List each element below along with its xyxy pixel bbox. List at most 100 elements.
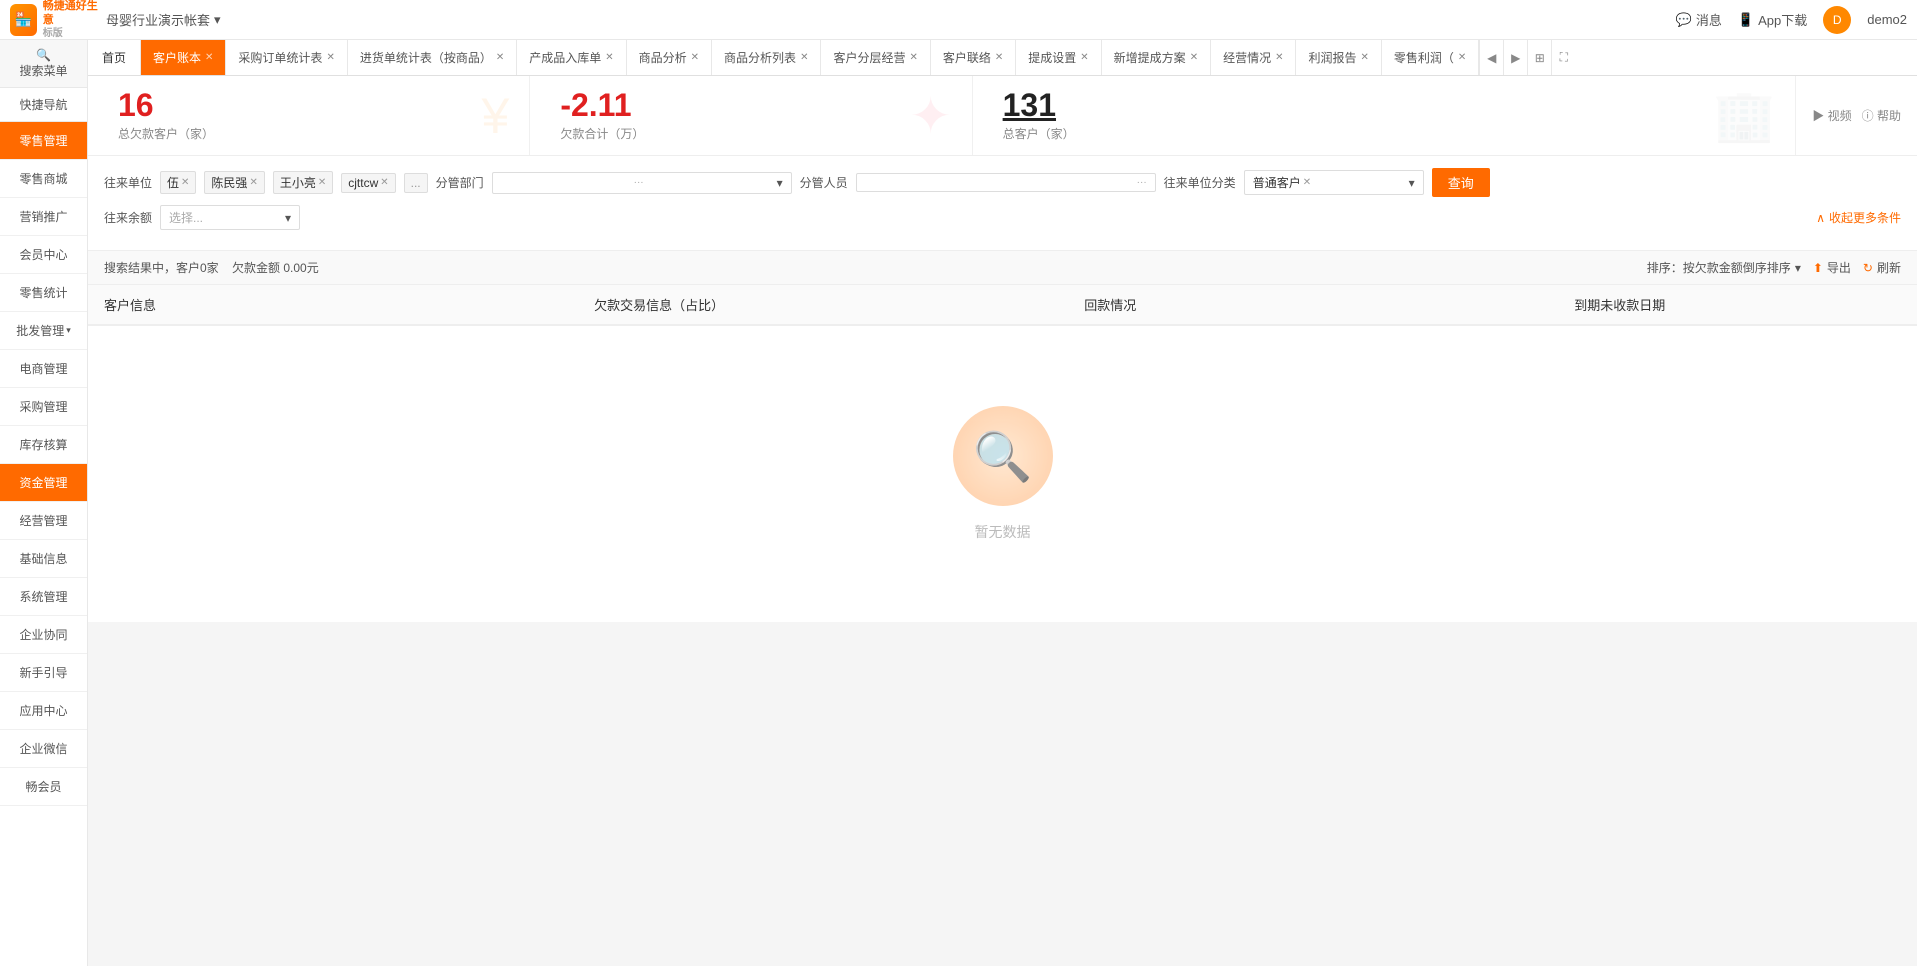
tab-new-achievement[interactable]: 新增提成方案 ✕: [1102, 40, 1211, 76]
version-selector[interactable]: 母婴行业演示帐套 ▾: [106, 10, 221, 29]
data-table: 客户信息 欠款交易信息（占比） 回款情况 到期未收款日期 🔍 暂无数据: [88, 285, 1917, 622]
tab-close-icon[interactable]: ✕: [496, 52, 504, 63]
chevron-down-icon: ▾: [777, 176, 783, 190]
col-header-debt: 欠款交易信息（占比）: [594, 295, 1084, 314]
category-select[interactable]: 普通客户 ✕ ▾: [1244, 170, 1424, 195]
filter-tag-more[interactable]: ...: [404, 173, 428, 193]
app-download-btn[interactable]: 📱 App下载: [1738, 10, 1807, 29]
dept-filter-label: 分管部门: [436, 174, 484, 191]
tag-remove-icon[interactable]: ✕: [318, 177, 326, 188]
col-header-date: 到期未收款日期: [1574, 295, 1901, 314]
tab-accounts[interactable]: 客户账本 ✕: [141, 40, 226, 76]
sidebar-quick-nav[interactable]: 快捷导航: [0, 88, 87, 122]
tab-close-icon[interactable]: ✕: [1458, 52, 1466, 63]
sidebar-item-retail-stats[interactable]: 零售统计: [0, 274, 87, 312]
chevron-up-icon: ∧: [1816, 211, 1825, 225]
filter-tag-wang[interactable]: 王小亮 ✕: [273, 171, 333, 194]
tab-business-situation[interactable]: 经营情况 ✕: [1211, 40, 1296, 76]
tab-next-arrow[interactable]: ▶: [1503, 40, 1527, 76]
dept-select[interactable]: ··· ▾: [492, 172, 792, 194]
stat-debt-amount: ✦ -2.11 欠款合计（万）: [530, 76, 972, 155]
sidebar-item-retail[interactable]: 零售管理: [0, 122, 87, 160]
col-header-customer: 客户信息: [104, 295, 594, 314]
stat-label-debt: 欠款合计（万）: [560, 125, 644, 142]
user-avatar[interactable]: D: [1823, 6, 1851, 34]
tab-product-analysis-list[interactable]: 商品分析列表 ✕: [712, 40, 821, 76]
tab-close-icon[interactable]: ✕: [995, 52, 1003, 63]
sidebar-item-wechat[interactable]: 企业微信: [0, 730, 87, 768]
tab-home[interactable]: 首页: [88, 40, 141, 76]
message-icon: 💬: [1676, 12, 1692, 28]
tab-product-analysis[interactable]: 商品分析 ✕: [627, 40, 712, 76]
sidebar-item-marketing[interactable]: 营销推广: [0, 198, 87, 236]
tag-remove-icon[interactable]: ✕: [181, 177, 189, 188]
tab-fullscreen-icon[interactable]: ⛶: [1551, 40, 1575, 76]
tab-retail-profit[interactable]: 零售利润（ ✕: [1382, 40, 1479, 76]
sidebar-item-guide[interactable]: 新手引导: [0, 654, 87, 692]
tab-prev-arrow[interactable]: ◀: [1479, 40, 1503, 76]
tab-close-icon[interactable]: ✕: [800, 52, 808, 63]
sidebar: 🔍 搜索菜单 快捷导航 零售管理 零售商城 营销推广 会员中心 零售统计 批发管…: [0, 40, 88, 966]
tab-customer-segment[interactable]: 客户分层经营 ✕: [821, 40, 930, 76]
tab-close-icon[interactable]: ✕: [326, 52, 334, 63]
person-select[interactable]: ···: [856, 173, 1156, 192]
sidebar-item-app-center[interactable]: 应用中心: [0, 692, 87, 730]
currency-bg-icon: ¥: [482, 87, 510, 145]
play-icon: ▶: [1812, 109, 1824, 123]
tab-close-icon[interactable]: ✕: [1275, 52, 1283, 63]
video-btn[interactable]: ▶ 视频: [1812, 107, 1851, 124]
sidebar-item-wholesale[interactable]: 批发管理 ▾: [0, 312, 87, 350]
filter-tag-wu[interactable]: 伍 ✕: [160, 171, 196, 194]
filter-tag-chen[interactable]: 陈民强 ✕: [204, 171, 264, 194]
tab-profit-report[interactable]: 利润报告 ✕: [1296, 40, 1381, 76]
query-button[interactable]: 查询: [1432, 168, 1490, 197]
sidebar-item-basic-info[interactable]: 基础信息: [0, 540, 87, 578]
filter-area: 往来单位 伍 ✕ 陈民强 ✕ 王小亮 ✕ cjttcw ✕ ... 分管部门: [88, 156, 1917, 251]
result-bar: 搜索结果中，客户0家 欠款金额 0.00元 排序：按欠款金额倒序排序 ▾ ⬆ 导…: [88, 251, 1917, 285]
empty-state: 🔍 暂无数据: [88, 326, 1917, 622]
sidebar-item-member[interactable]: 会员中心: [0, 236, 87, 274]
tab-close-icon[interactable]: ✕: [605, 52, 613, 63]
tab-production[interactable]: 产成品入库单 ✕: [517, 40, 626, 76]
person-filter-label: 分管人员: [800, 174, 848, 191]
tag-remove-icon[interactable]: ✕: [1303, 177, 1311, 188]
help-btn[interactable]: ⓘ 帮助: [1862, 107, 1901, 124]
tab-purchase-orders[interactable]: 采购订单统计表 ✕: [226, 40, 347, 76]
tab-close-icon[interactable]: ✕: [1361, 52, 1369, 63]
tag-remove-icon[interactable]: ✕: [380, 177, 388, 188]
message-btn[interactable]: 💬 消息: [1676, 10, 1722, 29]
sidebar-item-enterprise[interactable]: 企业协同: [0, 616, 87, 654]
sidebar-item-member2[interactable]: 畅会员: [0, 768, 87, 806]
tab-close-icon[interactable]: ✕: [1190, 52, 1198, 63]
refresh-btn[interactable]: ↻ 刷新: [1863, 259, 1901, 276]
tab-expand-icon[interactable]: ⊞: [1527, 40, 1551, 76]
top-bar-right: 💬 消息 📱 App下载 D demo2: [1676, 6, 1907, 34]
tab-close-icon[interactable]: ✕: [1080, 52, 1088, 63]
tab-close-icon[interactable]: ✕: [909, 52, 917, 63]
logo-text: 畅捷通好生意 标版: [43, 0, 98, 40]
username: demo2: [1867, 12, 1907, 27]
tag-remove-icon[interactable]: ✕: [249, 177, 257, 188]
export-icon: ⬆: [1813, 261, 1823, 275]
sidebar-item-system[interactable]: 系统管理: [0, 578, 87, 616]
balance-select[interactable]: 选择... ▾: [160, 205, 300, 230]
sidebar-item-retail-mall[interactable]: 零售商城: [0, 160, 87, 198]
sidebar-search[interactable]: 🔍 搜索菜单: [0, 40, 87, 88]
logo: 🏪 畅捷通好生意 标版: [10, 0, 98, 40]
tab-customer-contact[interactable]: 客户联络 ✕: [931, 40, 1016, 76]
tab-close-icon[interactable]: ✕: [691, 52, 699, 63]
sidebar-item-operations[interactable]: 经营管理: [0, 502, 87, 540]
tab-close-icon[interactable]: ✕: [205, 52, 213, 63]
tab-stock-stats[interactable]: 进货单统计表（按商品） ✕: [348, 40, 517, 76]
collapse-btn[interactable]: ∧ 收起更多条件: [1816, 209, 1901, 226]
tab-reminder-settings[interactable]: 提成设置 ✕: [1016, 40, 1101, 76]
sort-select[interactable]: 排序：按欠款金额倒序排序 ▾: [1647, 259, 1801, 276]
sidebar-item-finance[interactable]: 资金管理: [0, 464, 87, 502]
filter-tag-cjttcw[interactable]: cjttcw ✕: [341, 173, 395, 193]
sidebar-item-purchase[interactable]: 采购管理: [0, 388, 87, 426]
sidebar-item-ecommerce[interactable]: 电商管理: [0, 350, 87, 388]
export-btn[interactable]: ⬆ 导出: [1813, 259, 1851, 276]
stat-total-debt-customers: ¥ 16 总欠款客户（家）: [88, 76, 530, 155]
sidebar-item-inventory[interactable]: 库存核算: [0, 426, 87, 464]
top-bar: 🏪 畅捷通好生意 标版 母婴行业演示帐套 ▾ 💬 消息 📱 App下载 D de…: [0, 0, 1917, 40]
